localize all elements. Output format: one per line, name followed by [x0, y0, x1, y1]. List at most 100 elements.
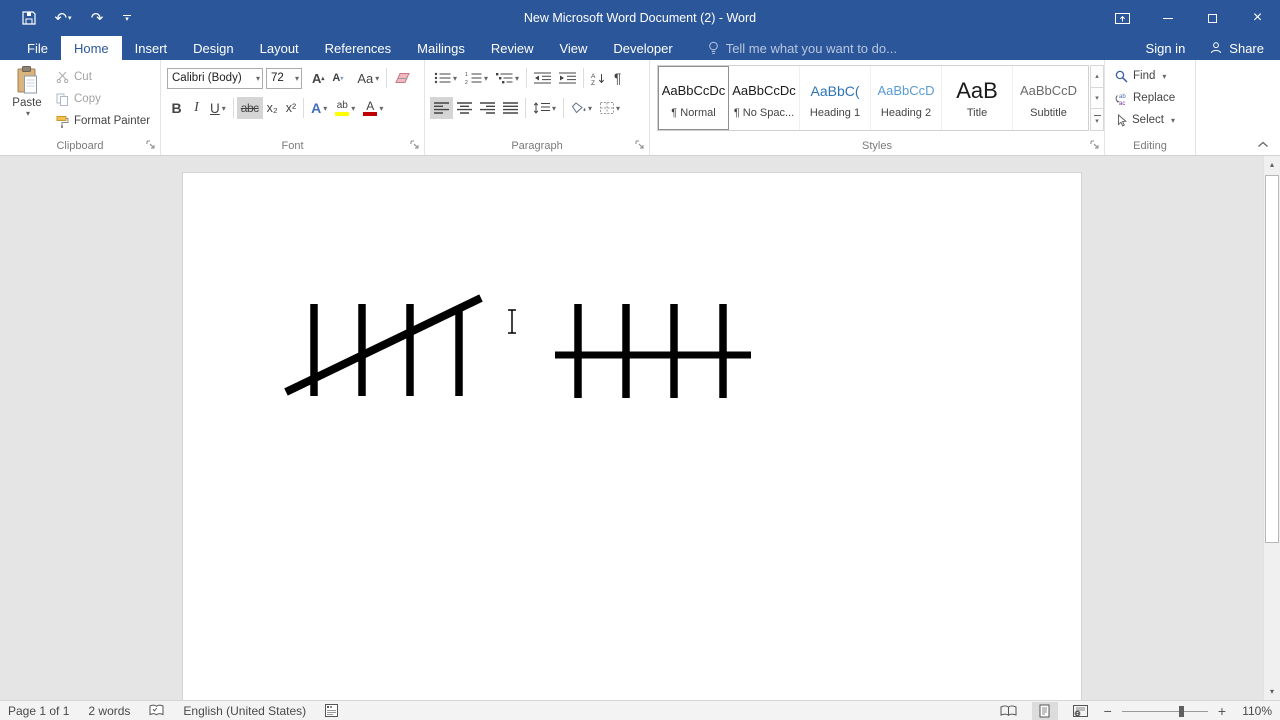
zoom-in-button[interactable]: + — [1218, 703, 1226, 719]
font-dialog-launcher[interactable] — [410, 140, 420, 150]
save-button[interactable] — [14, 5, 44, 31]
web-layout-button[interactable] — [1068, 702, 1094, 720]
increase-indent-button[interactable] — [555, 67, 580, 89]
borders-button[interactable]: ▾ — [596, 97, 624, 119]
style-heading-1[interactable]: AaBbC( Heading 1 — [800, 66, 871, 130]
bold-button[interactable]: B — [166, 97, 187, 119]
shading-button[interactable]: ▾ — [567, 97, 596, 119]
superscript-label: x² — [285, 101, 297, 115]
scroll-down-button[interactable]: ▾ — [1264, 683, 1280, 700]
styles-scroll-up-button[interactable]: ▴ — [1090, 65, 1104, 88]
paragraph-dialog-launcher[interactable] — [635, 140, 645, 150]
italic-button[interactable]: I — [187, 97, 206, 119]
word-count[interactable]: 2 words — [88, 704, 130, 718]
sign-in-button[interactable]: Sign in — [1132, 36, 1200, 60]
undo-button[interactable]: ↶ ▾ — [48, 5, 78, 31]
numbering-button[interactable]: 12 ▾ — [461, 67, 492, 89]
zoom-out-button[interactable]: − — [1104, 703, 1112, 719]
scrollbar-thumb[interactable] — [1265, 175, 1279, 543]
clipboard-dialog-launcher[interactable] — [146, 140, 156, 150]
minimize-button[interactable] — [1145, 0, 1190, 36]
collapse-ribbon-button[interactable] — [1257, 141, 1269, 148]
document-page[interactable] — [182, 172, 1082, 700]
format-painter-button[interactable]: Format Painter — [53, 110, 150, 132]
text-effects-button[interactable]: A ▾ — [307, 97, 331, 119]
tell-me-placeholder: Tell me what you want to do... — [725, 40, 897, 56]
grow-font-button[interactable]: A ▴ — [308, 67, 328, 89]
underline-button[interactable]: U ▾ — [206, 97, 230, 119]
style-subtitle[interactable]: AaBbCcD Subtitle — [1013, 66, 1084, 130]
line-spacing-button[interactable]: ▾ — [529, 97, 560, 119]
style-title[interactable]: AaB Title — [942, 66, 1013, 130]
copy-button[interactable]: Copy — [53, 88, 150, 110]
ribbon-display-options-button[interactable] — [1100, 0, 1145, 36]
show-hide-marks-button[interactable]: ¶ — [610, 67, 625, 89]
paste-dropdown-icon[interactable]: ▾ — [26, 109, 30, 118]
tab-design[interactable]: Design — [180, 36, 246, 60]
tell-me-box[interactable]: Tell me what you want to do... — [708, 36, 897, 60]
replace-button[interactable]: ab ac Replace — [1105, 87, 1195, 109]
tab-layout[interactable]: Layout — [247, 36, 312, 60]
proofing-book-icon — [149, 704, 164, 716]
editing-group: Find ▾ ab ac Replace Select ▾ Editing — [1105, 60, 1196, 155]
style-heading-2[interactable]: AaBbCcD Heading 2 — [871, 66, 942, 130]
tab-file[interactable]: File — [14, 36, 61, 60]
font-color-button[interactable]: A ▾ — [359, 97, 387, 119]
superscript-button[interactable]: x² — [282, 97, 300, 119]
zoom-slider-handle[interactable] — [1178, 705, 1184, 717]
clear-formatting-button[interactable] — [390, 67, 415, 89]
styles-dialog-launcher[interactable] — [1090, 140, 1100, 150]
print-layout-button[interactable] — [1031, 701, 1058, 720]
close-icon: × — [1252, 9, 1263, 26]
cut-button[interactable]: Cut — [53, 66, 150, 88]
style-no-spacing[interactable]: AaBbCcDc ¶ No Spac... — [729, 66, 800, 130]
customize-qat-button[interactable]: ▾ — [116, 5, 138, 31]
strikethrough-button[interactable]: abc — [236, 97, 263, 119]
maximize-button[interactable] — [1190, 0, 1235, 36]
zoom-slider[interactable] — [1121, 703, 1208, 719]
styles-scroll-down-button[interactable]: ▾ — [1090, 87, 1104, 110]
macro-recording-button[interactable] — [325, 704, 339, 717]
tab-developer[interactable]: Developer — [600, 36, 685, 60]
share-button[interactable]: Share — [1199, 36, 1280, 60]
redo-button[interactable]: ↷ — [82, 5, 112, 31]
justify-button[interactable] — [499, 97, 522, 119]
align-right-icon — [480, 102, 495, 114]
sort-button[interactable]: AZ — [587, 67, 610, 89]
multilevel-list-button[interactable]: ▾ — [492, 67, 523, 89]
text-highlight-button[interactable]: ab ▾ — [331, 97, 359, 119]
vertical-scrollbar[interactable]: ▴ ▾ — [1263, 156, 1280, 700]
tab-home[interactable]: Home — [60, 36, 122, 60]
align-left-button[interactable] — [430, 97, 453, 119]
shrink-font-button[interactable]: A ▾ — [328, 67, 347, 89]
align-right-button[interactable] — [476, 97, 499, 119]
font-name-combobox[interactable]: Calibri (Body) ▾ — [167, 67, 263, 89]
select-button[interactable]: Select ▾ — [1105, 109, 1195, 131]
tab-view[interactable]: View — [546, 36, 600, 60]
tab-insert[interactable]: Insert — [122, 36, 181, 60]
scroll-up-button[interactable]: ▴ — [1264, 156, 1280, 173]
undo-dropdown-icon[interactable]: ▾ — [68, 14, 72, 22]
cut-label: Cut — [74, 71, 92, 83]
change-case-button[interactable]: Aa ▾ — [353, 67, 383, 89]
page-indicator[interactable]: Page 1 of 1 — [8, 704, 69, 718]
find-button[interactable]: Find ▾ — [1105, 65, 1195, 87]
language-indicator[interactable]: English (United States) — [183, 704, 306, 718]
tab-mailings[interactable]: Mailings — [404, 36, 478, 60]
zoom-level[interactable]: 110% — [1236, 704, 1272, 718]
styles-more-button[interactable]: ▾ — [1090, 109, 1104, 132]
tab-review[interactable]: Review — [478, 36, 547, 60]
read-mode-button[interactable] — [996, 702, 1022, 720]
align-center-button[interactable] — [453, 97, 476, 119]
bullets-button[interactable]: ▾ — [430, 67, 461, 89]
subscript-button[interactable]: x₂ — [263, 97, 282, 119]
close-button[interactable]: × — [1235, 0, 1280, 36]
styles-scroll-down-icon: ▾ — [1095, 95, 1099, 102]
decrease-indent-button[interactable] — [530, 67, 555, 89]
editing-column: Find ▾ ab ac Replace Select ▾ — [1105, 65, 1195, 131]
paste-button[interactable]: Paste ▾ — [5, 66, 49, 140]
font-size-combobox[interactable]: 72 ▾ — [266, 67, 302, 89]
style-normal[interactable]: AaBbCcDc ¶ Normal — [658, 66, 729, 130]
proofing-status[interactable] — [149, 704, 164, 717]
tab-references[interactable]: References — [312, 36, 404, 60]
